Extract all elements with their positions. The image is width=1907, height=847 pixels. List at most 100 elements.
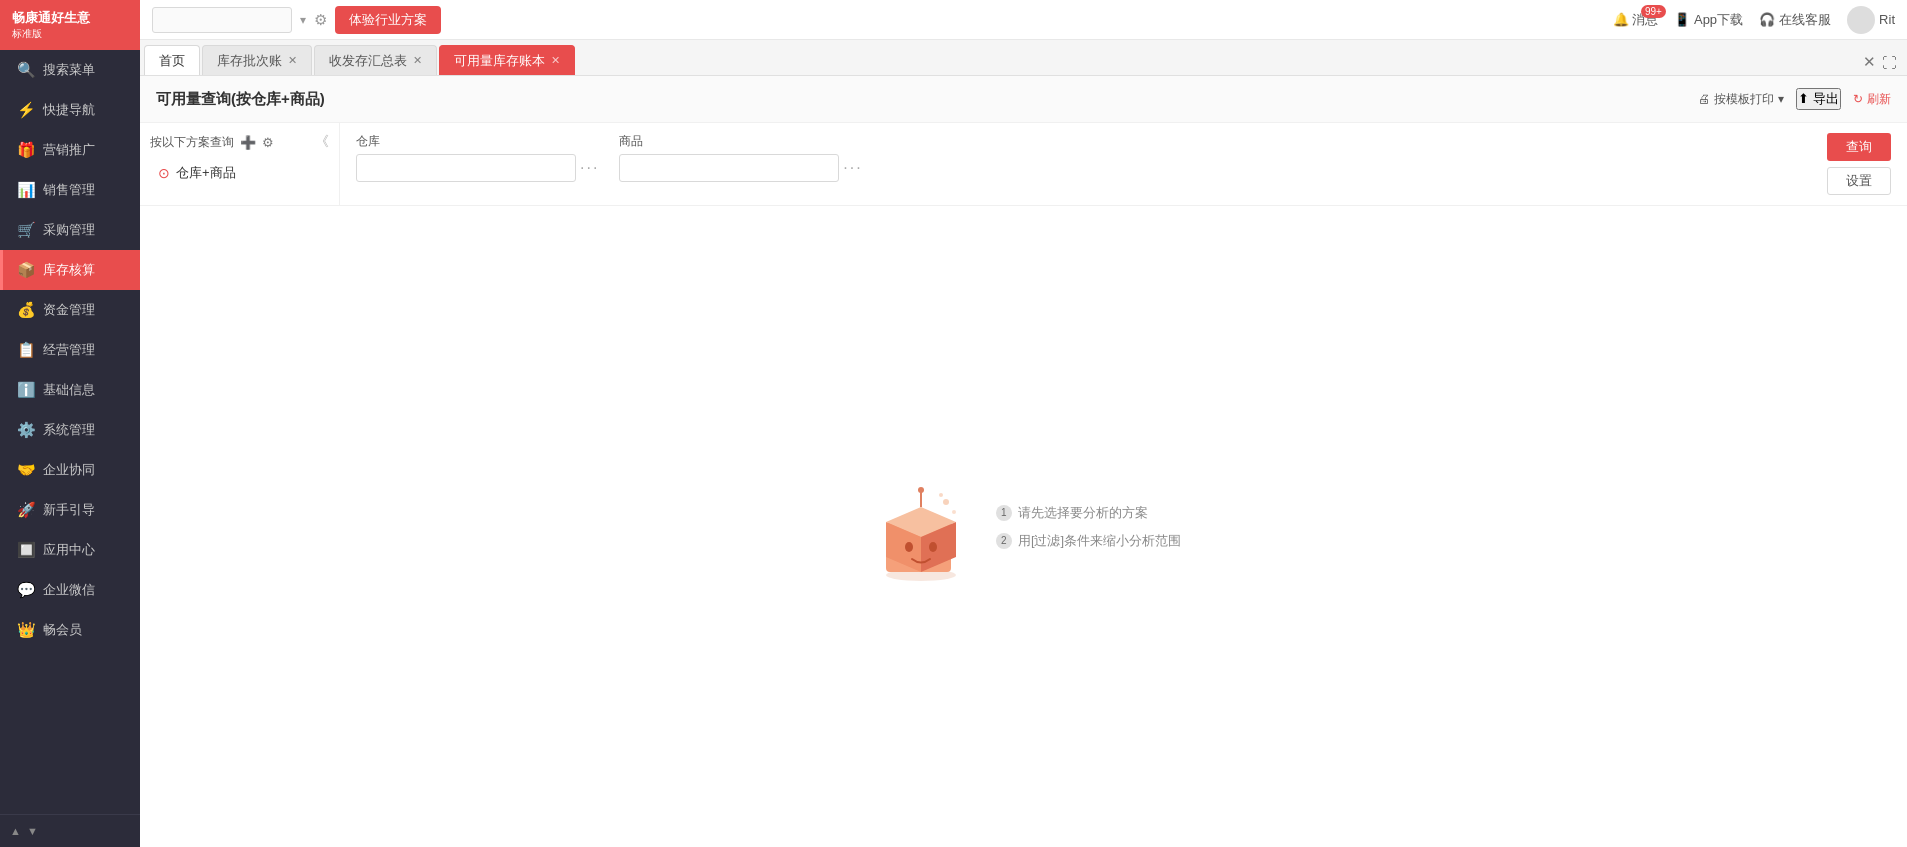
- tab-available-ledger[interactable]: 可用量库存账本 ✕: [439, 45, 575, 75]
- empty-svg: [866, 477, 976, 587]
- settings-button[interactable]: 设置: [1827, 167, 1891, 195]
- sidebar-item-label: 畅会员: [43, 621, 82, 639]
- topbar: ▾ ⚙ 体验行业方案 🔔 消息 99+ 📱 App下载 🎧 在线客服 Rit: [140, 0, 1907, 40]
- print-button[interactable]: 🖨 按模板打印 ▾: [1698, 91, 1784, 108]
- tab-receipt-summary[interactable]: 收发存汇总表 ✕: [314, 45, 437, 75]
- tabs-bar: 首页 库存批次账 ✕ 收发存汇总表 ✕ 可用量库存账本 ✕ ✕ ⛶: [140, 40, 1907, 76]
- search-icon: 🔍: [17, 61, 35, 79]
- print-chevron-icon: ▾: [1778, 92, 1784, 106]
- message-button[interactable]: 🔔 消息 99+: [1613, 11, 1658, 29]
- sidebar-item-enterprise-wechat[interactable]: 💬 企业微信: [0, 570, 140, 610]
- sidebar-item-label: 资金管理: [43, 301, 95, 319]
- tab-batch-ledger[interactable]: 库存批次账 ✕: [202, 45, 312, 75]
- sidebar-item-operations[interactable]: 📋 经营管理: [0, 330, 140, 370]
- scheme-settings-icon[interactable]: ⚙: [262, 135, 274, 150]
- hint-number-1: 1: [996, 505, 1012, 521]
- schemes-header: 按以下方案查询 ➕ ⚙ 《: [150, 133, 329, 151]
- sidebar-item-quick-nav[interactable]: ⚡ 快捷导航: [0, 90, 140, 130]
- query-button[interactable]: 查询: [1827, 133, 1891, 161]
- tab-close-icon[interactable]: ✕: [1863, 53, 1876, 71]
- svg-point-8: [918, 487, 924, 493]
- collapse-schemes-icon[interactable]: 《: [315, 133, 329, 151]
- search-input[interactable]: [152, 7, 292, 33]
- chat-icon: 💬: [17, 581, 35, 599]
- tab-home[interactable]: 首页: [144, 45, 200, 75]
- scroll-down-icon[interactable]: ▼: [27, 825, 38, 837]
- warehouse-more-icon[interactable]: ···: [580, 159, 599, 177]
- gift-icon: 🎁: [17, 141, 35, 159]
- settings-icon[interactable]: ⚙: [314, 11, 327, 29]
- page-title: 可用量查询(按仓库+商品): [156, 90, 325, 109]
- sidebar-item-member[interactable]: 👑 畅会员: [0, 610, 140, 650]
- refresh-button[interactable]: ↻ 刷新: [1853, 91, 1891, 108]
- goods-label: 商品: [619, 133, 862, 150]
- sidebar-item-basic-info[interactable]: ℹ️ 基础信息: [0, 370, 140, 410]
- sidebar-item-system[interactable]: ⚙️ 系统管理: [0, 410, 140, 450]
- tab-receipt-summary-close[interactable]: ✕: [413, 54, 422, 67]
- grid-icon: 🔲: [17, 541, 35, 559]
- sidebar-item-new-guide[interactable]: 🚀 新手引导: [0, 490, 140, 530]
- svg-point-11: [939, 493, 943, 497]
- phone-icon: 📱: [1674, 12, 1690, 27]
- sidebar-item-search[interactable]: 🔍 搜索菜单: [0, 50, 140, 90]
- trial-button[interactable]: 体验行业方案: [335, 6, 441, 34]
- filter-goods-field: 商品 ···: [619, 133, 862, 182]
- warehouse-label: 仓库: [356, 133, 599, 150]
- chevron-down-icon[interactable]: ▾: [300, 13, 306, 27]
- sidebar-item-inventory[interactable]: 📦 库存核算: [0, 250, 140, 290]
- printer-icon: 🖨: [1698, 92, 1710, 106]
- money-icon: 💰: [17, 301, 35, 319]
- refresh-label: 刷新: [1867, 91, 1891, 108]
- sidebar: 畅康通好生意 标准版 🔍 搜索菜单 ⚡ 快捷导航 🎁 营销推广 📊 销售管理 🛒…: [0, 0, 140, 847]
- tab-batch-ledger-close[interactable]: ✕: [288, 54, 297, 67]
- scheme-warehouse-goods[interactable]: ⊙ 仓库+商品: [150, 159, 329, 187]
- sidebar-item-label: 系统管理: [43, 421, 95, 439]
- topbar-right: 🔔 消息 99+ 📱 App下载 🎧 在线客服 Rit: [1613, 6, 1895, 34]
- headset-icon: 🎧: [1759, 12, 1775, 27]
- crown-icon: 👑: [17, 621, 35, 639]
- sidebar-item-marketing[interactable]: 🎁 营销推广: [0, 130, 140, 170]
- customer-service-button[interactable]: 🎧 在线客服: [1759, 11, 1831, 29]
- main-area: ▾ ⚙ 体验行业方案 🔔 消息 99+ 📱 App下载 🎧 在线客服 Rit: [140, 0, 1907, 847]
- sidebar-footer: ▲ ▼: [0, 814, 140, 847]
- avatar-image: [1847, 6, 1875, 34]
- goods-more-icon[interactable]: ···: [843, 159, 862, 177]
- tabs-actions: ✕ ⛶: [1863, 53, 1907, 75]
- sidebar-item-purchase[interactable]: 🛒 采购管理: [0, 210, 140, 250]
- handshake-icon: 🤝: [17, 461, 35, 479]
- hint-text-1: 请先选择要分析的方案: [1018, 504, 1148, 522]
- tab-expand-icon[interactable]: ⛶: [1882, 54, 1897, 71]
- empty-state: 1 请先选择要分析的方案 2 用[过滤]条件来缩小分析范围: [140, 206, 1907, 847]
- export-button[interactable]: ⬆ 导出: [1796, 88, 1841, 110]
- box-icon: 📦: [17, 261, 35, 279]
- tab-batch-ledger-label: 库存批次账: [217, 52, 282, 70]
- sidebar-item-enterprise-collab[interactable]: 🤝 企业协同: [0, 450, 140, 490]
- bell-icon: 🔔: [1613, 12, 1629, 27]
- refresh-icon: ↻: [1853, 92, 1863, 106]
- lightning-icon: ⚡: [17, 101, 35, 119]
- print-label: 按模板打印: [1714, 91, 1774, 108]
- app-download-button[interactable]: 📱 App下载: [1674, 11, 1743, 29]
- goods-input[interactable]: [619, 154, 839, 182]
- sidebar-item-sales[interactable]: 📊 销售管理: [0, 170, 140, 210]
- tab-available-ledger-close[interactable]: ✕: [551, 54, 560, 67]
- sidebar-item-label: 销售管理: [43, 181, 95, 199]
- export-label: 导出: [1813, 91, 1839, 106]
- empty-hint-2: 2 用[过滤]条件来缩小分析范围: [996, 532, 1181, 550]
- scroll-up-icon[interactable]: ▲: [10, 825, 21, 837]
- user-avatar[interactable]: Rit: [1847, 6, 1895, 34]
- gear-icon: ⚙️: [17, 421, 35, 439]
- sidebar-item-funds[interactable]: 💰 资金管理: [0, 290, 140, 330]
- sidebar-item-label: 企业协同: [43, 461, 95, 479]
- add-scheme-icon[interactable]: ➕: [240, 135, 256, 150]
- empty-hint-1: 1 请先选择要分析的方案: [996, 504, 1181, 522]
- app-edition: 标准版: [12, 27, 128, 40]
- filter-area: 按以下方案查询 ➕ ⚙ 《 ⊙ 仓库+商品 仓库 ···: [140, 123, 1907, 206]
- sidebar-item-app-center[interactable]: 🔲 应用中心: [0, 530, 140, 570]
- warehouse-input[interactable]: [356, 154, 576, 182]
- chart-icon: 📊: [17, 181, 35, 199]
- empty-text-area: 1 请先选择要分析的方案 2 用[过滤]条件来缩小分析范围: [996, 504, 1181, 550]
- page-header-actions: 🖨 按模板打印 ▾ ⬆ 导出 ↻ 刷新: [1698, 88, 1891, 110]
- hint-text-2: 用[过滤]条件来缩小分析范围: [1018, 532, 1181, 550]
- sidebar-item-label: 新手引导: [43, 501, 95, 519]
